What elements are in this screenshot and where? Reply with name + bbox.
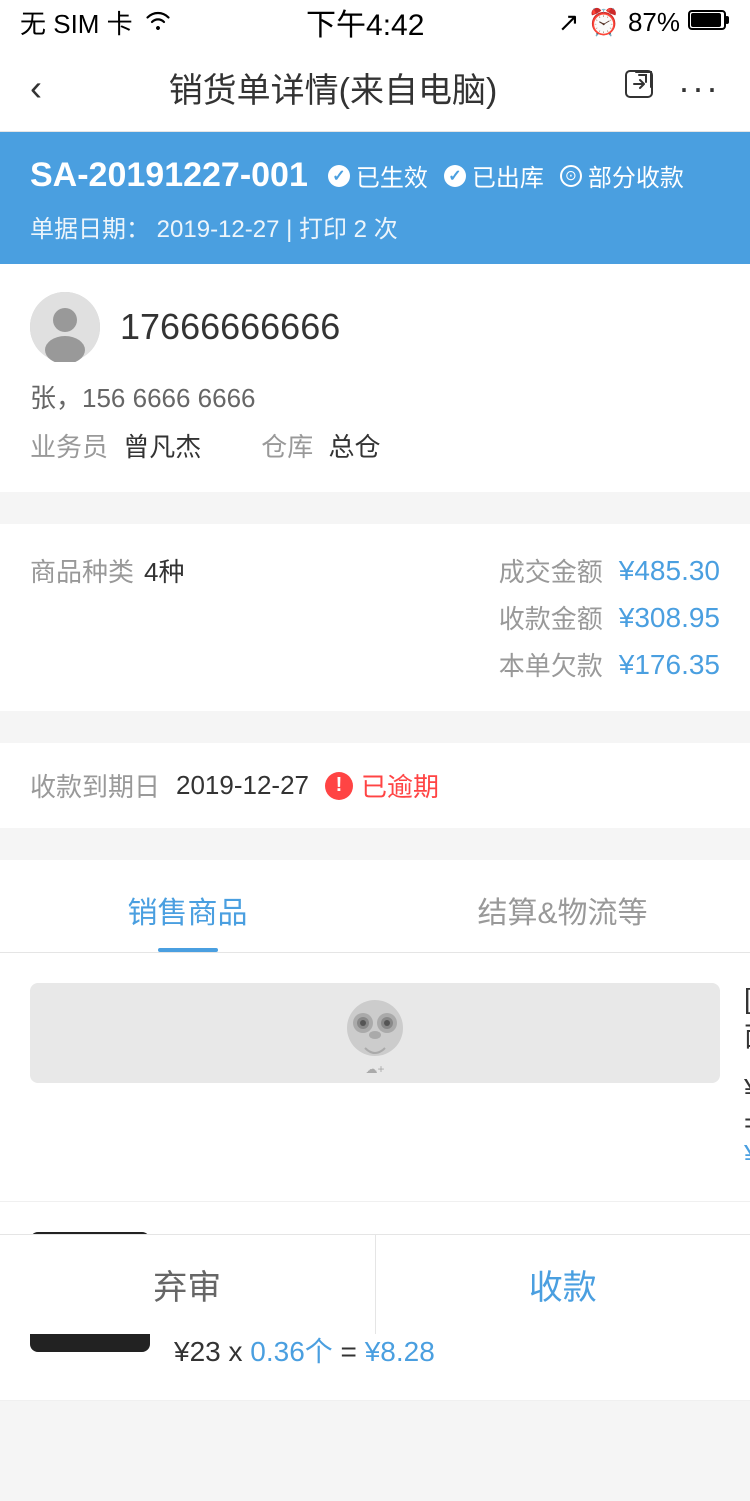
section-gap-2 [0, 727, 750, 743]
collected-row: 收款金额 ¥308.95 [499, 599, 720, 636]
wifi-icon [143, 7, 173, 38]
print-info: | 打印 2 次 [286, 216, 398, 243]
status-effective: 已生效 [328, 158, 428, 193]
customer-meta: 业务员 曾凡杰 仓库 总仓 [30, 427, 720, 464]
location-icon: ↗ [558, 7, 580, 38]
price-qty-2: 0.36个 [250, 1336, 333, 1367]
owed-row: 本单欠款 ¥176.35 [499, 646, 720, 683]
collected-label: 收款金额 [499, 599, 603, 636]
warehouse-info: 仓库 总仓 [261, 427, 380, 464]
more-icon[interactable]: ··· [678, 67, 720, 109]
check-icon-2 [444, 165, 466, 187]
status-partial: ⊙ 部分收款 [560, 158, 684, 193]
customer-name-phone: 张，156 6666 6666 [30, 378, 720, 415]
alarm-icon: ⏰ [588, 7, 620, 38]
status-badges: 已生效 已出库 ⊙ 部分收款 [328, 158, 684, 193]
owed-value: ¥176.35 [619, 649, 720, 681]
customer-phone: 17666666666 [120, 306, 340, 348]
section-gap-3 [0, 844, 750, 860]
nav-bar: ‹ 销货单详情(来自电脑) ··· [0, 44, 750, 132]
tab-sales-products[interactable]: 销售商品 [0, 860, 375, 952]
tabs-section: 销售商品 结算&物流等 [0, 860, 750, 953]
list-item: ☁+ [0000002]面包 ¥40 x 5袋 = ¥199.99 [0, 953, 750, 1202]
due-label: 收款到期日 [30, 767, 160, 804]
price-total-1: ¥199.99 [744, 1139, 750, 1170]
order-id: SA-20191227-001 [30, 156, 308, 195]
status-right: ↗ ⏰ 87% [558, 7, 730, 38]
warehouse-label: 仓库 [261, 432, 313, 462]
collect-button[interactable]: 收款 [376, 1235, 750, 1334]
price-text-1: ¥40 x [744, 1073, 750, 1104]
collected-value: ¥308.95 [619, 602, 720, 634]
status-bar: 无 SIM 卡 下午4:42 ↗ ⏰ 87% [0, 0, 750, 44]
due-date-section: 收款到期日 2019-12-27 ! 已逾期 [0, 743, 750, 828]
order-date: 2019-12-27 [157, 216, 280, 243]
bottom-actions: 弃审 收款 [0, 1234, 750, 1334]
svg-text:☁+: ☁+ [365, 1062, 384, 1076]
price-total-2: ¥8.28 [365, 1336, 435, 1367]
type-label: 商品种类 [30, 552, 134, 589]
amount-info: 成交金额 ¥485.30 收款金额 ¥308.95 本单欠款 ¥176.35 [499, 552, 720, 683]
overdue-icon: ! [325, 772, 353, 800]
overdue-badge: ! 已逾期 [325, 767, 439, 804]
battery-text: 87% [628, 7, 680, 38]
order-header: SA-20191227-001 已生效 已出库 ⊙ 部分收款 单据日期： 201… [0, 132, 750, 264]
amount-label: 成交金额 [499, 552, 603, 589]
date-label: 单据日期： [30, 216, 150, 243]
carrier-text: 无 SIM 卡 [20, 4, 133, 41]
avatar [30, 292, 100, 362]
amount-value: ¥485.30 [619, 555, 720, 587]
tabs-row: 销售商品 结算&物流等 [0, 860, 750, 953]
product-price-2: ¥23 x 0.36个 = ¥8.28 [174, 1330, 720, 1370]
amount-row: 成交金额 ¥485.30 [499, 552, 720, 589]
status-left: 无 SIM 卡 [20, 4, 173, 41]
tab-settlement[interactable]: 结算&物流等 [375, 860, 750, 952]
cancel-button[interactable]: 弃审 [0, 1235, 376, 1334]
type-count: 4种 [144, 552, 184, 589]
sales-label: 业务员 [30, 432, 108, 462]
status-shipped: 已出库 [444, 158, 544, 193]
warehouse-name: 总仓 [329, 432, 381, 462]
sales-info: 业务员 曾凡杰 [30, 427, 201, 464]
check-icon-1 [328, 165, 350, 187]
product-type-info: 商品种类 4种 [30, 552, 184, 589]
back-button[interactable]: ‹ [30, 67, 42, 109]
status-time: 下午4:42 [306, 0, 424, 44]
share-icon[interactable] [624, 69, 654, 107]
customer-section: 17666666666 张，156 6666 6666 业务员 曾凡杰 仓库 总… [0, 264, 750, 492]
page-title: 销货单详情(来自电脑) [169, 63, 498, 112]
owed-label: 本单欠款 [499, 646, 603, 683]
summary-section: 商品种类 4种 成交金额 ¥485.30 收款金额 ¥308.95 本单欠款 ¥… [0, 524, 750, 711]
sales-name: 曾凡杰 [123, 432, 201, 462]
section-gap-1 [0, 508, 750, 524]
bottom-padding [0, 1401, 750, 1501]
product-thumbnail-1: ☁+ [30, 983, 720, 1083]
product-info-1: [0000002]面包 ¥40 x 5袋 = ¥199.99 [744, 983, 750, 1171]
nav-actions: ··· [624, 67, 720, 109]
product-price-1: ¥40 x 5袋 = ¥199.99 [744, 1067, 750, 1171]
price-text-2: ¥23 x [174, 1336, 250, 1367]
product-name-1: [0000002]面包 [744, 983, 750, 1055]
clock-icon: ⊙ [560, 165, 582, 187]
battery-icon [688, 7, 730, 38]
order-date-row: 单据日期： 2019-12-27 | 打印 2 次 [30, 209, 720, 244]
overdue-text: 已逾期 [361, 767, 439, 804]
due-date-value: 2019-12-27 [176, 770, 309, 801]
